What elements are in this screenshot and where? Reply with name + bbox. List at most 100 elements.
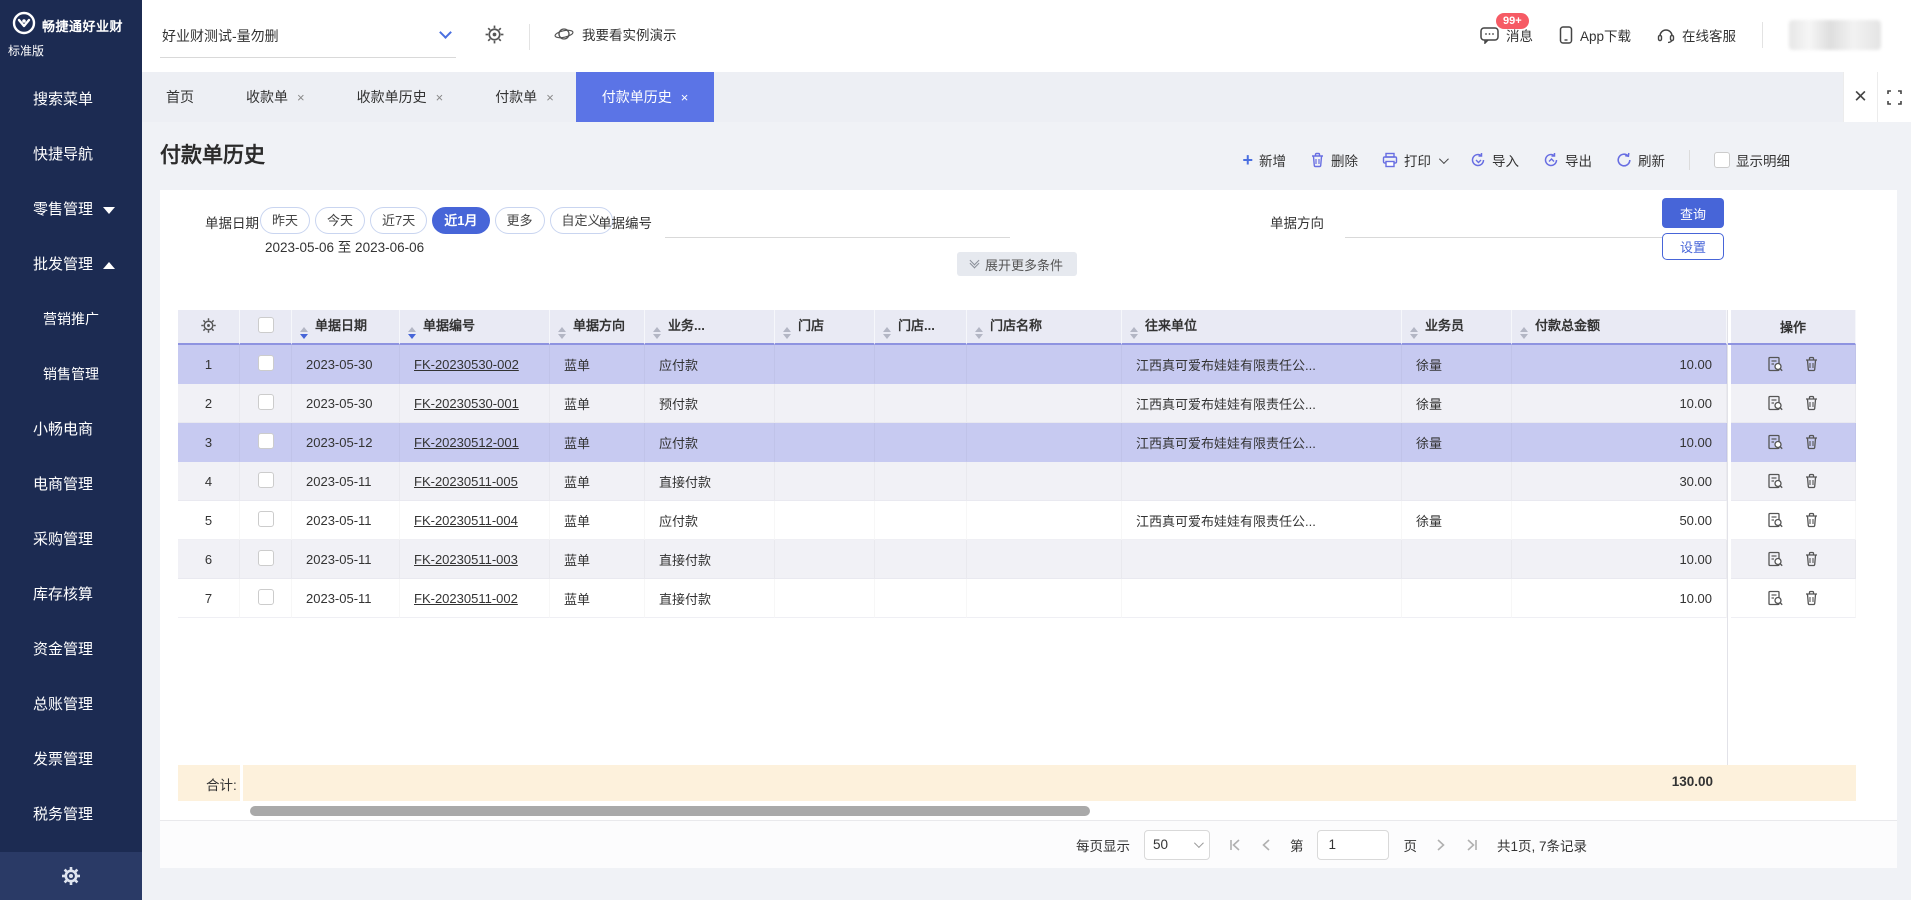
sidebar-item-1[interactable]: 快捷导航 xyxy=(0,127,142,182)
import-button[interactable]: 导入 xyxy=(1470,150,1519,170)
delete-row-icon[interactable] xyxy=(1804,395,1819,411)
row-checkbox[interactable] xyxy=(240,384,292,423)
user-account[interactable] xyxy=(1789,20,1881,50)
tab-close-icon[interactable]: × xyxy=(681,90,689,105)
quick-filter-3[interactable]: 近1月 xyxy=(432,207,490,234)
tab-0[interactable]: 首页 xyxy=(160,72,200,122)
doc-no-link[interactable]: FK-20230511-004 xyxy=(414,513,518,528)
select-all-checkbox[interactable] xyxy=(240,310,292,345)
app-download-button[interactable]: App下载 xyxy=(1559,25,1631,45)
view-approval-icon[interactable] xyxy=(1767,356,1784,373)
prev-page-button[interactable] xyxy=(1260,838,1272,852)
demo-link[interactable]: 我要看实例演示 xyxy=(554,24,677,44)
doc-no-link[interactable]: FK-20230530-002 xyxy=(414,357,519,372)
column-header-5[interactable]: 门店... xyxy=(875,310,967,345)
column-header-1[interactable]: 单据编号 xyxy=(400,310,550,345)
expand-more-conditions[interactable]: 展开更多条件 xyxy=(956,252,1078,276)
tab-close-icon[interactable]: × xyxy=(546,90,554,105)
tab-2[interactable]: 收款单历史 × xyxy=(351,72,450,122)
per-page-select[interactable]: 50 xyxy=(1143,829,1210,860)
quick-filter-4[interactable]: 更多 xyxy=(494,207,545,234)
view-approval-icon[interactable] xyxy=(1767,434,1784,451)
sidebar-item-4[interactable]: 营销推广 xyxy=(0,292,142,347)
sidebar-item-12[interactable]: 发票管理 xyxy=(0,732,142,787)
column-header-3[interactable]: 业务... xyxy=(645,310,775,345)
sidebar-item-10[interactable]: 资金管理 xyxy=(0,622,142,677)
close-tab-button[interactable]: ✕ xyxy=(1843,72,1877,122)
delete-button[interactable]: 删除 xyxy=(1310,150,1358,170)
delete-row-icon[interactable] xyxy=(1804,473,1819,489)
column-header-6[interactable]: 门店名称 xyxy=(967,310,1122,345)
sidebar-settings-button[interactable] xyxy=(0,852,142,900)
delete-row-icon[interactable] xyxy=(1804,434,1819,450)
show-detail-checkbox[interactable] xyxy=(1714,152,1730,168)
view-approval-icon[interactable] xyxy=(1767,512,1784,529)
view-approval-icon[interactable] xyxy=(1767,551,1784,568)
sidebar-item-6[interactable]: 小畅电商 xyxy=(0,402,142,457)
sidebar-item-0[interactable]: 搜索菜单 xyxy=(0,72,142,127)
sidebar-item-3[interactable]: 批发管理 xyxy=(0,237,142,292)
show-detail-toggle[interactable]: 显示明细 xyxy=(1714,150,1790,170)
row-checkbox[interactable] xyxy=(240,462,292,501)
row-checkbox[interactable] xyxy=(240,579,292,618)
org-settings-button[interactable] xyxy=(484,24,505,45)
doc-no-link[interactable]: FK-20230511-002 xyxy=(414,591,518,606)
tab-3[interactable]: 付款单 × xyxy=(489,72,560,122)
view-approval-icon[interactable] xyxy=(1767,590,1784,607)
column-header-2[interactable]: 单据方向 xyxy=(550,310,645,345)
row-checkbox[interactable] xyxy=(240,345,292,384)
tab-1[interactable]: 收款单 × xyxy=(240,72,311,122)
table-row[interactable]: 2 2023-05-30 FK-20230530-001 蓝单 预付款 江西真可爱布娃娃有… xyxy=(178,384,1856,423)
doc-no-link[interactable]: FK-20230511-003 xyxy=(414,552,518,567)
horizontal-scrollbar-thumb[interactable] xyxy=(250,806,1090,816)
first-page-button[interactable] xyxy=(1228,838,1242,852)
quick-filter-2[interactable]: 近7天 xyxy=(370,207,428,234)
print-button[interactable]: 打印 xyxy=(1382,150,1449,170)
table-row[interactable]: 6 2023-05-11 FK-20230511-003 蓝单 直接付款 10.00 xyxy=(178,540,1856,579)
column-header-0[interactable]: 单据日期 xyxy=(292,310,400,345)
sidebar-item-5[interactable]: 销售管理 xyxy=(0,347,142,402)
org-selector[interactable]: 好业财测试-量勿删 xyxy=(160,16,456,58)
sidebar-item-2[interactable]: 零售管理 xyxy=(0,182,142,237)
column-settings-button[interactable] xyxy=(178,310,240,345)
table-row[interactable]: 1 2023-05-30 FK-20230530-002 蓝单 应付款 江西真可爱布娃娃有… xyxy=(178,345,1856,384)
view-approval-icon[interactable] xyxy=(1767,473,1784,490)
sidebar-item-7[interactable]: 电商管理 xyxy=(0,457,142,512)
row-checkbox[interactable] xyxy=(240,423,292,462)
delete-row-icon[interactable] xyxy=(1804,512,1819,528)
delete-row-icon[interactable] xyxy=(1804,551,1819,567)
doc-no-input[interactable] xyxy=(665,206,1010,238)
next-page-button[interactable] xyxy=(1435,838,1447,852)
doc-no-link[interactable]: FK-20230512-001 xyxy=(414,435,519,450)
page-number-input[interactable] xyxy=(1317,829,1390,860)
view-approval-icon[interactable] xyxy=(1767,395,1784,412)
tab-close-icon[interactable]: × xyxy=(297,90,305,105)
column-header-4[interactable]: 门店 xyxy=(775,310,875,345)
doc-no-link[interactable]: FK-20230530-001 xyxy=(414,396,519,411)
export-button[interactable]: 导出 xyxy=(1543,150,1592,170)
column-header-7[interactable]: 往来单位 xyxy=(1122,310,1402,345)
tab-4[interactable]: 付款单历史 × xyxy=(575,72,715,122)
row-checkbox[interactable] xyxy=(240,501,292,540)
quick-filter-0[interactable]: 昨天 xyxy=(260,207,311,234)
sidebar-item-8[interactable]: 采购管理 xyxy=(0,512,142,567)
sidebar-item-11[interactable]: 总账管理 xyxy=(0,677,142,732)
sidebar-item-13[interactable]: 税务管理 xyxy=(0,787,142,842)
fullscreen-button[interactable] xyxy=(1877,72,1911,122)
table-row[interactable]: 4 2023-05-11 FK-20230511-005 蓝单 直接付款 30.00 xyxy=(178,462,1856,501)
delete-row-icon[interactable] xyxy=(1804,356,1819,372)
doc-no-link[interactable]: FK-20230511-005 xyxy=(414,474,518,489)
settings-button[interactable]: 设置 xyxy=(1662,233,1724,260)
table-row[interactable]: 3 2023-05-12 FK-20230512-001 蓝单 应付款 江西真可爱布娃娃有… xyxy=(178,423,1856,462)
quick-filter-1[interactable]: 今天 xyxy=(315,207,366,234)
last-page-button[interactable] xyxy=(1465,838,1479,852)
column-header-9[interactable]: 付款总金额 xyxy=(1512,310,1727,345)
table-row[interactable]: 7 2023-05-11 FK-20230511-002 蓝单 直接付款 10.00 xyxy=(178,579,1856,618)
refresh-button[interactable]: 刷新 xyxy=(1616,150,1665,170)
delete-row-icon[interactable] xyxy=(1804,590,1819,606)
table-row[interactable]: 5 2023-05-11 FK-20230511-004 蓝单 应付款 江西真可爱布娃娃有… xyxy=(178,501,1856,540)
column-header-8[interactable]: 业务员 xyxy=(1402,310,1512,345)
tab-close-icon[interactable]: × xyxy=(436,90,444,105)
sidebar-item-9[interactable]: 库存核算 xyxy=(0,567,142,622)
search-button[interactable]: 查询 xyxy=(1662,198,1724,228)
